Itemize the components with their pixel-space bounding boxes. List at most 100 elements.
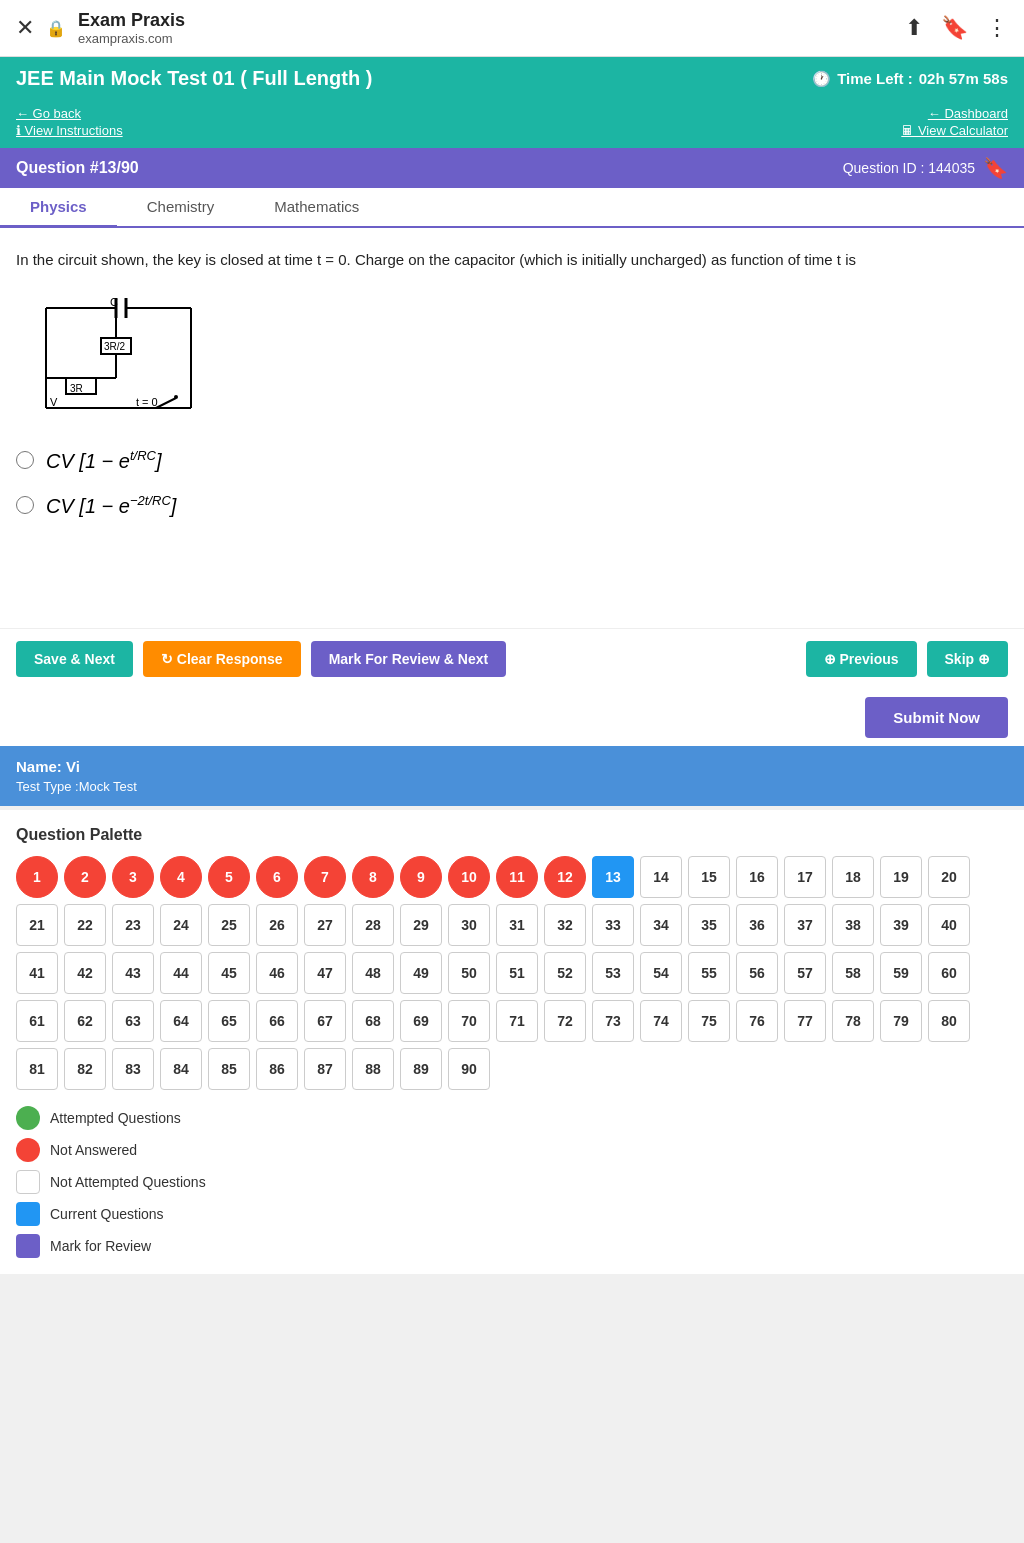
question-bookmark-icon[interactable]: 🔖 bbox=[983, 156, 1008, 180]
palette-num-36[interactable]: 36 bbox=[736, 904, 778, 946]
palette-num-50[interactable]: 50 bbox=[448, 952, 490, 994]
palette-num-39[interactable]: 39 bbox=[880, 904, 922, 946]
option-1-radio[interactable] bbox=[16, 451, 34, 469]
palette-num-72[interactable]: 72 bbox=[544, 1000, 586, 1042]
palette-num-7[interactable]: 7 bbox=[304, 856, 346, 898]
palette-num-13[interactable]: 13 bbox=[592, 856, 634, 898]
tab-mathematics[interactable]: Mathematics bbox=[244, 188, 389, 228]
palette-num-88[interactable]: 88 bbox=[352, 1048, 394, 1090]
option-2-radio[interactable] bbox=[16, 496, 34, 514]
palette-num-56[interactable]: 56 bbox=[736, 952, 778, 994]
clear-response-button[interactable]: ↻ Clear Response bbox=[143, 641, 301, 677]
palette-num-57[interactable]: 57 bbox=[784, 952, 826, 994]
palette-num-22[interactable]: 22 bbox=[64, 904, 106, 946]
tab-chemistry[interactable]: Chemistry bbox=[117, 188, 245, 228]
palette-num-49[interactable]: 49 bbox=[400, 952, 442, 994]
palette-num-66[interactable]: 66 bbox=[256, 1000, 298, 1042]
palette-num-18[interactable]: 18 bbox=[832, 856, 874, 898]
palette-num-68[interactable]: 68 bbox=[352, 1000, 394, 1042]
palette-num-38[interactable]: 38 bbox=[832, 904, 874, 946]
palette-num-27[interactable]: 27 bbox=[304, 904, 346, 946]
palette-num-35[interactable]: 35 bbox=[688, 904, 730, 946]
palette-num-28[interactable]: 28 bbox=[352, 904, 394, 946]
palette-num-71[interactable]: 71 bbox=[496, 1000, 538, 1042]
share-button[interactable]: ⬆ bbox=[905, 15, 923, 41]
palette-num-87[interactable]: 87 bbox=[304, 1048, 346, 1090]
palette-num-48[interactable]: 48 bbox=[352, 952, 394, 994]
palette-num-89[interactable]: 89 bbox=[400, 1048, 442, 1090]
palette-num-84[interactable]: 84 bbox=[160, 1048, 202, 1090]
palette-num-45[interactable]: 45 bbox=[208, 952, 250, 994]
palette-num-23[interactable]: 23 bbox=[112, 904, 154, 946]
palette-num-25[interactable]: 25 bbox=[208, 904, 250, 946]
tab-physics[interactable]: Physics bbox=[0, 188, 117, 228]
palette-num-15[interactable]: 15 bbox=[688, 856, 730, 898]
palette-num-58[interactable]: 58 bbox=[832, 952, 874, 994]
palette-num-16[interactable]: 16 bbox=[736, 856, 778, 898]
view-instructions-link[interactable]: ℹ View Instructions bbox=[16, 123, 123, 138]
palette-num-14[interactable]: 14 bbox=[640, 856, 682, 898]
palette-num-60[interactable]: 60 bbox=[928, 952, 970, 994]
palette-num-37[interactable]: 37 bbox=[784, 904, 826, 946]
palette-num-40[interactable]: 40 bbox=[928, 904, 970, 946]
palette-num-77[interactable]: 77 bbox=[784, 1000, 826, 1042]
palette-num-19[interactable]: 19 bbox=[880, 856, 922, 898]
skip-button[interactable]: Skip ⊕ bbox=[927, 641, 1008, 677]
palette-num-51[interactable]: 51 bbox=[496, 952, 538, 994]
palette-num-30[interactable]: 30 bbox=[448, 904, 490, 946]
palette-num-53[interactable]: 53 bbox=[592, 952, 634, 994]
palette-num-11[interactable]: 11 bbox=[496, 856, 538, 898]
palette-num-86[interactable]: 86 bbox=[256, 1048, 298, 1090]
view-calculator-link[interactable]: 🖩 View Calculator bbox=[901, 123, 1008, 138]
palette-num-64[interactable]: 64 bbox=[160, 1000, 202, 1042]
palette-num-76[interactable]: 76 bbox=[736, 1000, 778, 1042]
palette-num-26[interactable]: 26 bbox=[256, 904, 298, 946]
palette-num-63[interactable]: 63 bbox=[112, 1000, 154, 1042]
palette-num-55[interactable]: 55 bbox=[688, 952, 730, 994]
palette-num-80[interactable]: 80 bbox=[928, 1000, 970, 1042]
palette-num-47[interactable]: 47 bbox=[304, 952, 346, 994]
palette-num-83[interactable]: 83 bbox=[112, 1048, 154, 1090]
palette-num-85[interactable]: 85 bbox=[208, 1048, 250, 1090]
palette-num-34[interactable]: 34 bbox=[640, 904, 682, 946]
palette-num-82[interactable]: 82 bbox=[64, 1048, 106, 1090]
palette-num-43[interactable]: 43 bbox=[112, 952, 154, 994]
palette-num-75[interactable]: 75 bbox=[688, 1000, 730, 1042]
palette-num-78[interactable]: 78 bbox=[832, 1000, 874, 1042]
palette-num-4[interactable]: 4 bbox=[160, 856, 202, 898]
palette-num-33[interactable]: 33 bbox=[592, 904, 634, 946]
palette-num-24[interactable]: 24 bbox=[160, 904, 202, 946]
palette-num-12[interactable]: 12 bbox=[544, 856, 586, 898]
palette-num-21[interactable]: 21 bbox=[16, 904, 58, 946]
palette-num-67[interactable]: 67 bbox=[304, 1000, 346, 1042]
close-button[interactable]: ✕ bbox=[16, 15, 34, 41]
submit-button[interactable]: Submit Now bbox=[865, 697, 1008, 738]
palette-num-29[interactable]: 29 bbox=[400, 904, 442, 946]
go-back-link[interactable]: ← Go back bbox=[16, 106, 123, 121]
palette-num-10[interactable]: 10 bbox=[448, 856, 490, 898]
palette-num-46[interactable]: 46 bbox=[256, 952, 298, 994]
palette-num-54[interactable]: 54 bbox=[640, 952, 682, 994]
bookmark-button[interactable]: 🔖 bbox=[941, 15, 968, 41]
palette-num-17[interactable]: 17 bbox=[784, 856, 826, 898]
palette-num-41[interactable]: 41 bbox=[16, 952, 58, 994]
palette-num-20[interactable]: 20 bbox=[928, 856, 970, 898]
palette-num-65[interactable]: 65 bbox=[208, 1000, 250, 1042]
palette-num-90[interactable]: 90 bbox=[448, 1048, 490, 1090]
palette-num-42[interactable]: 42 bbox=[64, 952, 106, 994]
palette-num-69[interactable]: 69 bbox=[400, 1000, 442, 1042]
previous-button[interactable]: ⊕ Previous bbox=[806, 641, 917, 677]
palette-num-52[interactable]: 52 bbox=[544, 952, 586, 994]
palette-num-2[interactable]: 2 bbox=[64, 856, 106, 898]
palette-num-74[interactable]: 74 bbox=[640, 1000, 682, 1042]
palette-num-32[interactable]: 32 bbox=[544, 904, 586, 946]
palette-num-6[interactable]: 6 bbox=[256, 856, 298, 898]
more-button[interactable]: ⋮ bbox=[986, 15, 1008, 41]
palette-num-5[interactable]: 5 bbox=[208, 856, 250, 898]
palette-num-8[interactable]: 8 bbox=[352, 856, 394, 898]
save-next-button[interactable]: Save & Next bbox=[16, 641, 133, 677]
palette-num-62[interactable]: 62 bbox=[64, 1000, 106, 1042]
palette-num-73[interactable]: 73 bbox=[592, 1000, 634, 1042]
dashboard-link[interactable]: ← Dashboard bbox=[928, 106, 1008, 121]
palette-num-81[interactable]: 81 bbox=[16, 1048, 58, 1090]
